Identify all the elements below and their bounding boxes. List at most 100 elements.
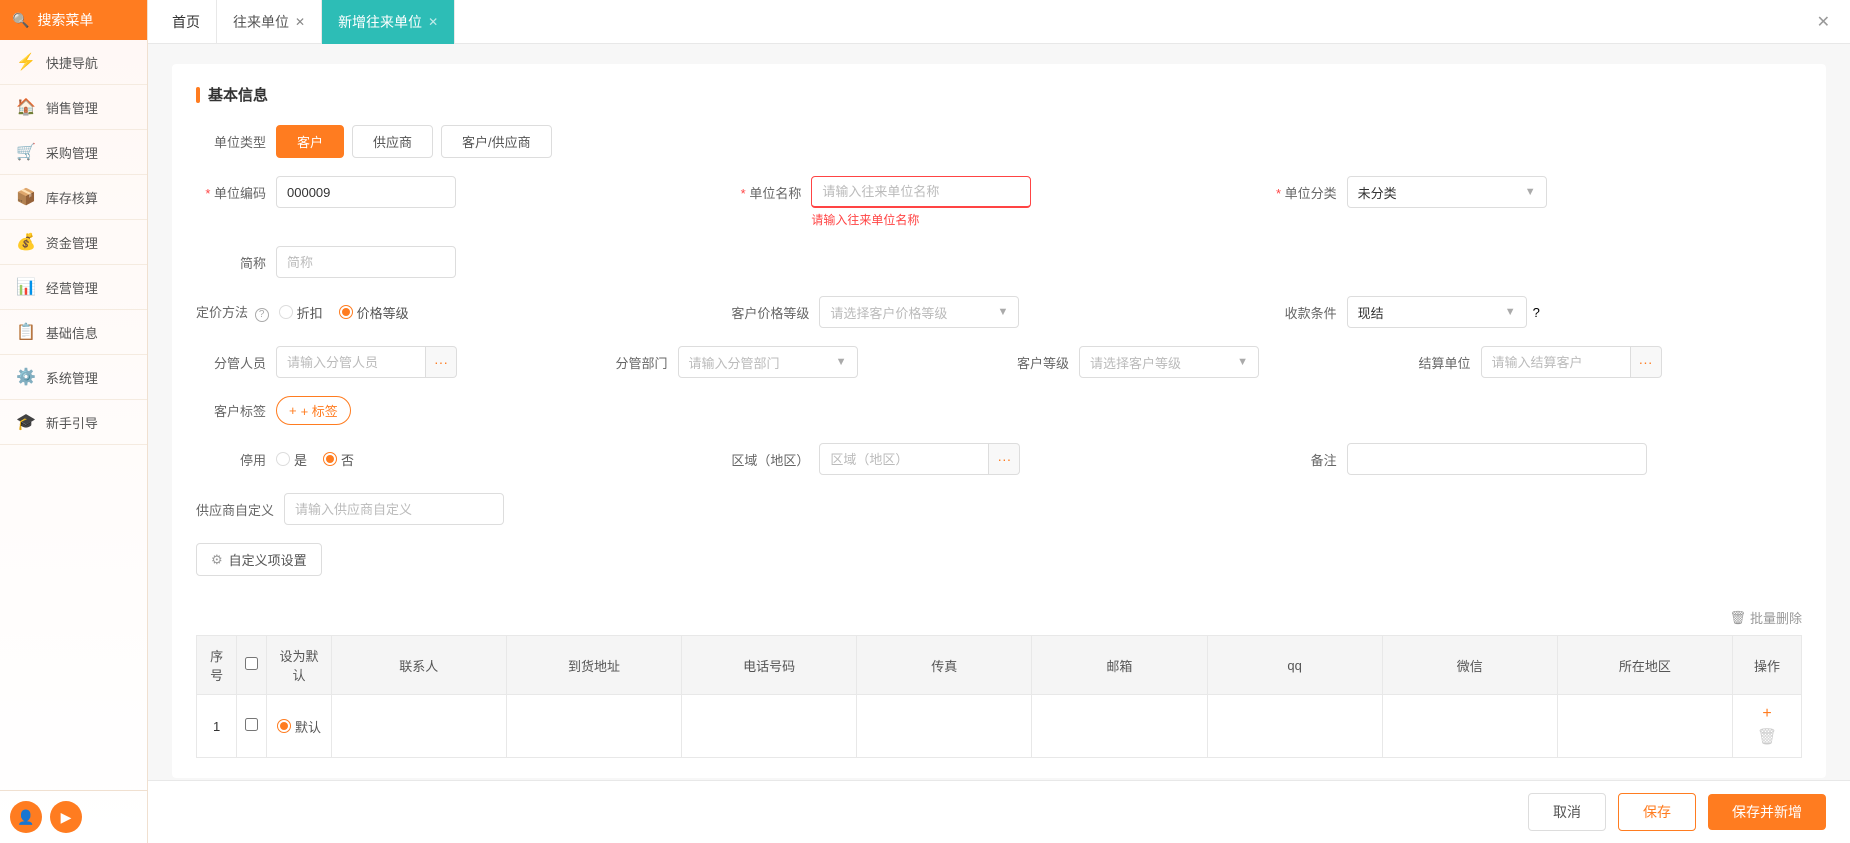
customer-tag-group: 客户标签 + + 标签 <box>196 396 1802 425</box>
row-customer-tag: 客户标签 + + 标签 <box>196 396 1802 425</box>
sidebar-item-label: 销售管理 <box>46 98 98 117</box>
sidebar-item-inventory[interactable]: 📦库存核算 <box>0 175 147 220</box>
email-input[interactable] <box>1040 710 1198 742</box>
sidebar-item-label: 快捷导航 <box>46 53 98 72</box>
bottom-bar: 取消 保存 保存并新增 <box>148 780 1850 843</box>
add-row-btn[interactable]: + <box>1756 703 1777 725</box>
payment-terms-select[interactable]: 现结 ▼ <box>1347 296 1527 328</box>
department-select[interactable]: 请输入分管部门 ▼ <box>678 346 858 378</box>
tab-close-new-contact[interactable]: ✕ <box>428 15 438 29</box>
sidebar-expand-icon[interactable]: ▶ <box>50 801 82 833</box>
cell-checkbox <box>237 695 267 758</box>
region-table-input[interactable] <box>1566 710 1724 742</box>
manager-input[interactable] <box>276 346 426 378</box>
close-all-btn[interactable]: ✕ <box>1805 12 1842 32</box>
region-more-btn[interactable]: ··· <box>989 443 1020 475</box>
default-radio[interactable]: 默认 <box>275 717 323 736</box>
col-email: 邮箱 <box>1032 636 1207 695</box>
row-checkbox[interactable] <box>245 718 258 731</box>
customer-level-select[interactable]: 请选择客户等级 ▼ <box>1079 346 1259 378</box>
unit-name-label: * 单位名称 <box>731 183 811 202</box>
short-name-input[interactable] <box>276 246 456 278</box>
short-name-label: 简称 <box>196 253 276 272</box>
select-all-checkbox[interactable] <box>245 657 258 670</box>
default-radio-circle <box>277 719 291 733</box>
radio-price-level[interactable]: 价格等级 <box>339 303 409 322</box>
help-icon-pricing[interactable]: ? <box>255 308 269 322</box>
customer-level-label: 客户等级 <box>999 353 1079 372</box>
contact-input[interactable] <box>340 710 498 742</box>
department-group: 分管部门 请输入分管部门 ▼ <box>598 346 1000 378</box>
cancel-button[interactable]: 取消 <box>1528 793 1606 831</box>
col-fax: 传真 <box>857 636 1032 695</box>
finance-icon: 💰 <box>16 232 36 252</box>
section-title-bar <box>196 87 200 103</box>
pricing-radio-group: 折扣 价格等级 <box>279 303 712 322</box>
unit-category-label: * 单位分类 <box>1267 183 1347 202</box>
tab-label-new-contact: 新增往来单位 <box>338 12 422 32</box>
unit-name-input[interactable] <box>811 176 1031 208</box>
custom-settings-button[interactable]: ⚙ 自定义项设置 <box>196 543 322 576</box>
cell-region <box>1557 695 1732 758</box>
qq-input[interactable] <box>1216 710 1374 742</box>
region-label: 区域（地区） <box>731 450 819 469</box>
tab-close-contacts[interactable]: ✕ <box>295 15 305 29</box>
sidebar-item-guide[interactable]: 🎓新手引导 <box>0 400 147 445</box>
search-menu-btn[interactable]: 🔍 搜索菜单 <box>0 0 147 40</box>
batch-delete-btn[interactable]: 🗑 批量删除 <box>1729 608 1802 627</box>
sidebar-item-quick-nav[interactable]: ⚡快捷导航 <box>0 40 147 85</box>
region-input[interactable] <box>819 443 989 475</box>
sidebar-item-operations[interactable]: 📊经营管理 <box>0 265 147 310</box>
content-area: 基本信息 单位类型 客户供应商客户/供应商 * 单位编码 <box>148 44 1850 780</box>
col-qq: qq <box>1207 636 1382 695</box>
sidebar-item-system[interactable]: ⚙️系统管理 <box>0 355 147 400</box>
region-input-wrap: ··· <box>819 443 1246 475</box>
manager-group: 分管人员 ··· <box>196 346 598 378</box>
unit-category-select[interactable]: 未分类 ▼ <box>1347 176 1547 208</box>
unit-code-input[interactable] <box>276 176 456 208</box>
save-button[interactable]: 保存 <box>1618 793 1696 831</box>
tab-contacts[interactable]: 往来单位✕ <box>217 0 322 44</box>
help-icon-payment[interactable]: ? <box>1533 305 1540 320</box>
fax-input[interactable] <box>865 710 1023 742</box>
row-pricing: 定价方法 ? 折扣 价格等级 客户 <box>196 296 1802 328</box>
unit-name-error: 请输入往来单位名称 <box>811 211 919 228</box>
phone-input[interactable] <box>690 710 848 742</box>
unit-name-group: * 单位名称 请输入往来单位名称 <box>731 176 1266 228</box>
col-checkbox <box>237 636 267 695</box>
radio-disabled-yes[interactable]: 是 <box>276 450 307 469</box>
settlement-unit-input[interactable] <box>1481 346 1631 378</box>
sidebar-item-sales[interactable]: 🏠销售管理 <box>0 85 147 130</box>
sidebar-item-purchase[interactable]: 🛒采购管理 <box>0 130 147 175</box>
sidebar-item-label: 经营管理 <box>46 278 98 297</box>
sidebar-item-finance[interactable]: 💰资金管理 <box>0 220 147 265</box>
delete-row-btn[interactable]: 🗑 <box>1751 725 1783 749</box>
add-tag-button[interactable]: + + 标签 <box>276 396 351 425</box>
supplier-custom-input[interactable] <box>284 493 504 525</box>
notes-input[interactable] <box>1347 443 1647 475</box>
tab-label-home: 首页 <box>172 12 200 32</box>
sidebar-user-icon[interactable]: 👤 <box>10 801 42 833</box>
settlement-unit-more-btn[interactable]: ··· <box>1631 346 1662 378</box>
radio-disabled-no[interactable]: 否 <box>323 450 354 469</box>
customer-price-level-select[interactable]: 请选择客户价格等级 ▼ <box>819 296 1019 328</box>
sidebar-item-basics[interactable]: 📋基础信息 <box>0 310 147 355</box>
wechat-input[interactable] <box>1391 710 1549 742</box>
unit-type-btn-supplier[interactable]: 供应商 <box>352 125 433 158</box>
row-supplier-custom: 供应商自定义 <box>196 493 1802 525</box>
table-row: 1 默认 <box>197 695 1802 758</box>
address-input[interactable] <box>515 710 673 742</box>
tab-home[interactable]: 首页 <box>156 0 217 44</box>
short-name-group: 简称 <box>196 246 1802 278</box>
radio-discount[interactable]: 折扣 <box>279 303 323 322</box>
sidebar-item-label: 系统管理 <box>46 368 98 387</box>
tab-new-contact[interactable]: 新增往来单位 ✕ <box>322 0 455 44</box>
manager-more-btn[interactable]: ··· <box>426 346 457 378</box>
unit-type-btn-customer[interactable]: 客户 <box>276 125 344 158</box>
col-region: 所在地区 <box>1557 636 1732 695</box>
unit-type-label: 单位类型 <box>196 132 276 151</box>
unit-type-btn-both[interactable]: 客户/供应商 <box>441 125 552 158</box>
manager-input-wrap: ··· <box>276 346 578 378</box>
save-and-new-button[interactable]: 保存并新增 <box>1708 794 1826 830</box>
supplier-custom-label: 供应商自定义 <box>196 500 284 519</box>
